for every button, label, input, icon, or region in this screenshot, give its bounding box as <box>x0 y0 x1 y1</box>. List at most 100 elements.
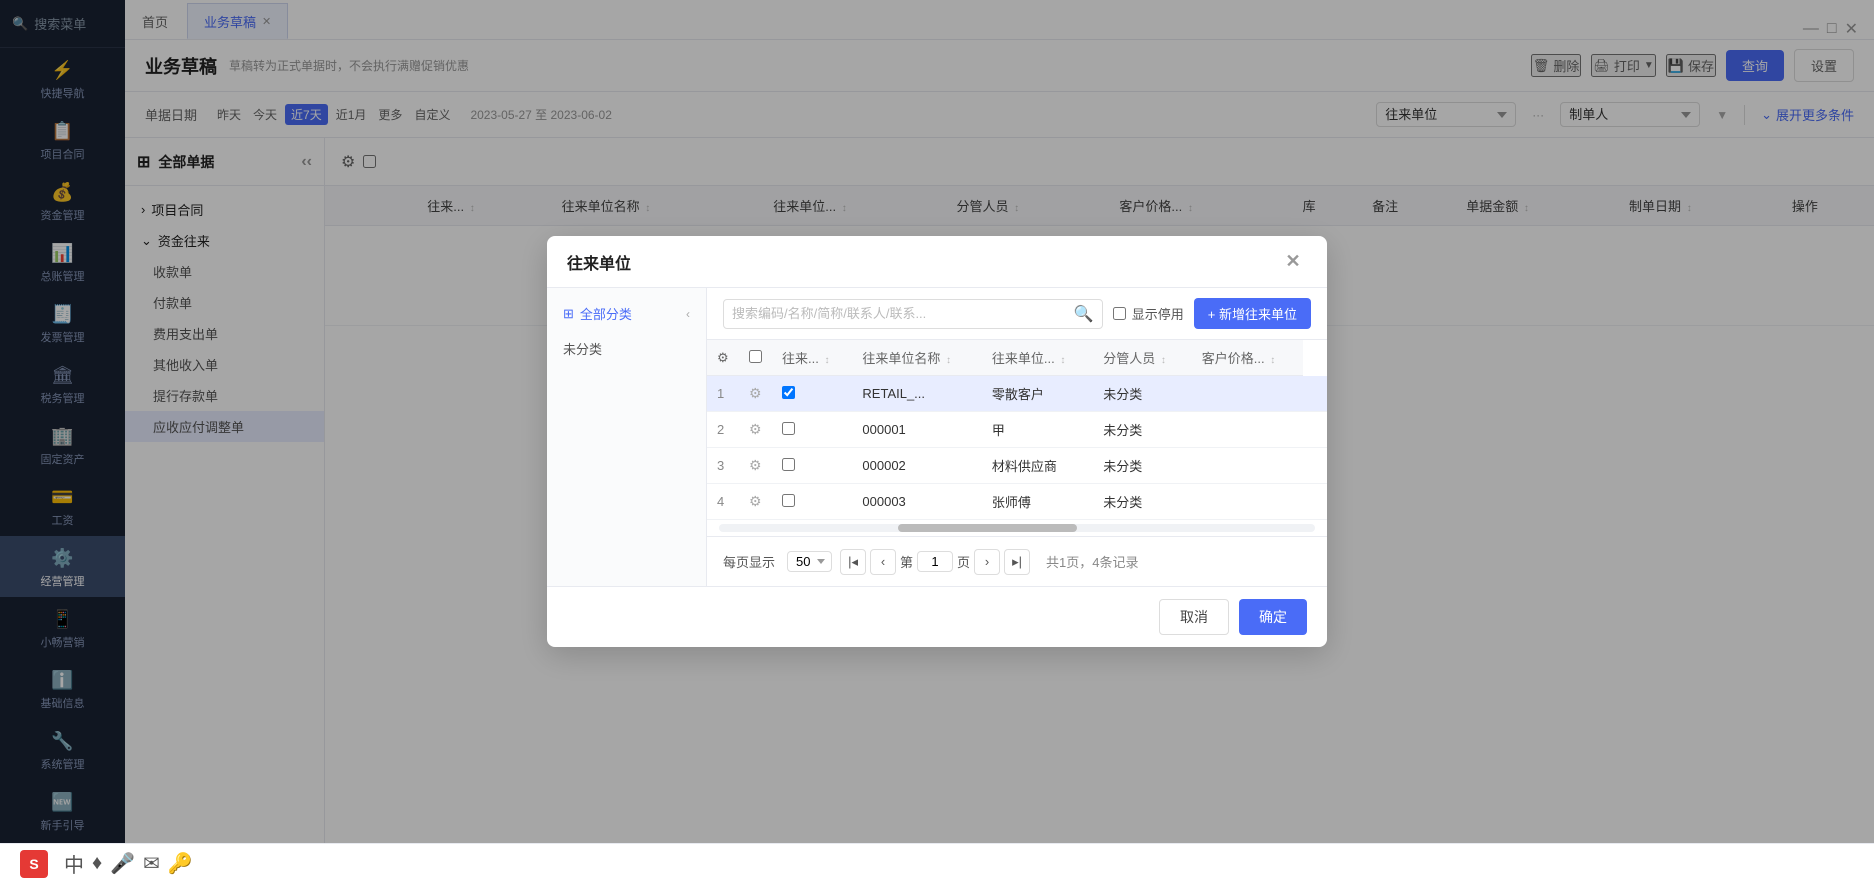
modal-select-all[interactable] <box>749 350 762 363</box>
modal-toolbar: 🔍 显示停用 + 新增往来单位 <box>707 288 1327 340</box>
grid-icon: ⊞ <box>563 306 574 322</box>
modal-col-price: 客户价格... ↕ <box>1192 340 1303 376</box>
modal-col-category: 往来单位... ↕ <box>982 340 1093 376</box>
collapse-icon[interactable]: ‹ <box>686 307 690 321</box>
taskbar-icon-key[interactable]: 🔑 <box>168 851 193 876</box>
modal-col-code: 往来... ↕ <box>772 340 852 376</box>
row-manager-cell <box>1192 448 1303 484</box>
modal-scrollbar[interactable] <box>719 524 1315 532</box>
page-size-label: 每页显示 <box>723 552 775 571</box>
confirm-button[interactable]: 确定 <box>1239 599 1307 635</box>
settings-icon: ⚙ <box>749 421 762 437</box>
row-check-cell[interactable] <box>772 448 852 484</box>
modal-scrollbar-thumb <box>898 524 1077 532</box>
page-first-button[interactable]: |◂ <box>840 549 866 575</box>
row-price-cell <box>1303 484 1327 520</box>
row-check-cell[interactable] <box>772 376 852 412</box>
row-checkbox[interactable] <box>782 458 795 471</box>
page-size-select[interactable]: 50 <box>787 551 832 572</box>
page-no-label: 第 <box>900 552 913 571</box>
taskbar-icon-chinese[interactable]: 中 <box>64 849 84 878</box>
modal-col-name: 往来单位名称 ↕ <box>852 340 981 376</box>
modal-table-row[interactable]: 1 ⚙ RETAIL_... 零散客户 未分类 <box>707 376 1327 412</box>
total-label: 共1页，4条记录 <box>1046 552 1138 571</box>
row-checkbox[interactable] <box>782 422 795 435</box>
modal-search-input[interactable] <box>732 306 1068 321</box>
modal-col-check <box>739 340 772 376</box>
row-name-cell: 张师傅 <box>982 484 1093 520</box>
row-check-cell[interactable] <box>772 412 852 448</box>
add-partner-label: + 新增往来单位 <box>1208 304 1297 323</box>
row-price-cell <box>1303 376 1327 412</box>
row-number-cell: 2 <box>707 412 739 448</box>
settings-icon: ⚙ <box>717 350 729 365</box>
row-name-cell: 材料供应商 <box>982 448 1093 484</box>
modal-content-area: 🔍 显示停用 + 新增往来单位 ⚙ <box>707 288 1327 586</box>
cancel-label: 取消 <box>1180 609 1208 625</box>
modal-search-box[interactable]: 🔍 <box>723 299 1103 329</box>
row-code-cell: 000001 <box>852 412 981 448</box>
modal-overlay[interactable]: 往来单位 ✕ ⊞ 全部分类 ‹ 未分类 <box>0 0 1874 883</box>
row-name-cell: 零散客户 <box>982 376 1093 412</box>
pagination-nav: |◂ ‹ 第 页 › ▸| <box>840 549 1030 575</box>
taskbar: S 中 ♦ 🎤 ✉ 🔑 <box>0 843 1874 883</box>
row-price-cell <box>1303 448 1327 484</box>
row-settings-cell: ⚙ <box>739 376 772 412</box>
search-icon: 🔍 <box>1074 304 1094 324</box>
cancel-button[interactable]: 取消 <box>1159 599 1229 635</box>
taskbar-icon-mail[interactable]: ✉ <box>143 851 160 876</box>
row-category-cell: 未分类 <box>1093 484 1191 520</box>
modal-table-area: ⚙ 往来... ↕ 往来单位名称 ↕ 往来单位... ↕ 分管人员 ↕ 客户价格… <box>707 340 1327 520</box>
row-category-cell: 未分类 <box>1093 412 1191 448</box>
taskbar-icon-mic[interactable]: 🎤 <box>110 851 135 876</box>
modal-col-settings: ⚙ <box>707 340 739 376</box>
show-disabled-label: 显示停用 <box>1132 304 1184 323</box>
modal-pagination: 每页显示 50 |◂ ‹ 第 页 › ▸| 共1页，4条记录 <box>707 536 1327 586</box>
row-checkbox[interactable] <box>782 494 795 507</box>
show-disabled-checkbox[interactable] <box>1113 307 1126 320</box>
row-settings-cell: ⚙ <box>739 412 772 448</box>
row-manager-cell <box>1192 412 1303 448</box>
modal-sidebar-all[interactable]: ⊞ 全部分类 ‹ <box>547 296 706 331</box>
row-checkbox[interactable] <box>782 386 795 399</box>
row-code-cell: RETAIL_... <box>852 376 981 412</box>
row-number-cell: 4 <box>707 484 739 520</box>
row-code-cell: 000002 <box>852 448 981 484</box>
confirm-label: 确定 <box>1259 609 1287 625</box>
settings-icon: ⚙ <box>749 457 762 473</box>
row-price-cell <box>1303 412 1327 448</box>
show-disabled-checkbox-label[interactable]: 显示停用 <box>1113 304 1184 323</box>
row-check-cell[interactable] <box>772 484 852 520</box>
partner-modal: 往来单位 ✕ ⊞ 全部分类 ‹ 未分类 <box>547 236 1327 647</box>
add-partner-button[interactable]: + 新增往来单位 <box>1194 298 1311 329</box>
taskbar-icon-diamond[interactable]: ♦ <box>92 852 102 875</box>
row-settings-cell: ⚙ <box>739 484 772 520</box>
modal-close-button[interactable]: ✕ <box>1279 248 1307 276</box>
modal-table-row[interactable]: 4 ⚙ 000003 张师傅 未分类 <box>707 484 1327 520</box>
page-last-button[interactable]: ▸| <box>1004 549 1030 575</box>
page-label: 页 <box>957 552 970 571</box>
page-next-button[interactable]: › <box>974 549 1000 575</box>
row-number-cell: 3 <box>707 448 739 484</box>
page-prev-button[interactable]: ‹ <box>870 549 896 575</box>
row-manager-cell <box>1192 484 1303 520</box>
row-category-cell: 未分类 <box>1093 448 1191 484</box>
modal-body: ⊞ 全部分类 ‹ 未分类 🔍 显示停用 <box>547 288 1327 586</box>
modal-col-manager: 分管人员 ↕ <box>1093 340 1191 376</box>
row-number-cell: 1 <box>707 376 739 412</box>
row-settings-cell: ⚙ <box>739 448 772 484</box>
settings-icon: ⚙ <box>749 385 762 401</box>
modal-table-row[interactable]: 2 ⚙ 000001 甲 未分类 <box>707 412 1327 448</box>
modal-table-row[interactable]: 3 ⚙ 000002 材料供应商 未分类 <box>707 448 1327 484</box>
modal-header: 往来单位 ✕ <box>547 236 1327 288</box>
modal-sidebar: ⊞ 全部分类 ‹ 未分类 <box>547 288 707 586</box>
modal-sidebar-unclassified[interactable]: 未分类 <box>547 331 706 366</box>
settings-icon: ⚙ <box>749 493 762 509</box>
modal-footer: 取消 确定 <box>547 586 1327 647</box>
row-code-cell: 000003 <box>852 484 981 520</box>
page-input[interactable] <box>917 551 953 572</box>
row-name-cell: 甲 <box>982 412 1093 448</box>
modal-sidebar-unclassified-label: 未分类 <box>563 342 602 357</box>
row-category-cell: 未分类 <box>1093 376 1191 412</box>
row-manager-cell <box>1192 376 1303 412</box>
